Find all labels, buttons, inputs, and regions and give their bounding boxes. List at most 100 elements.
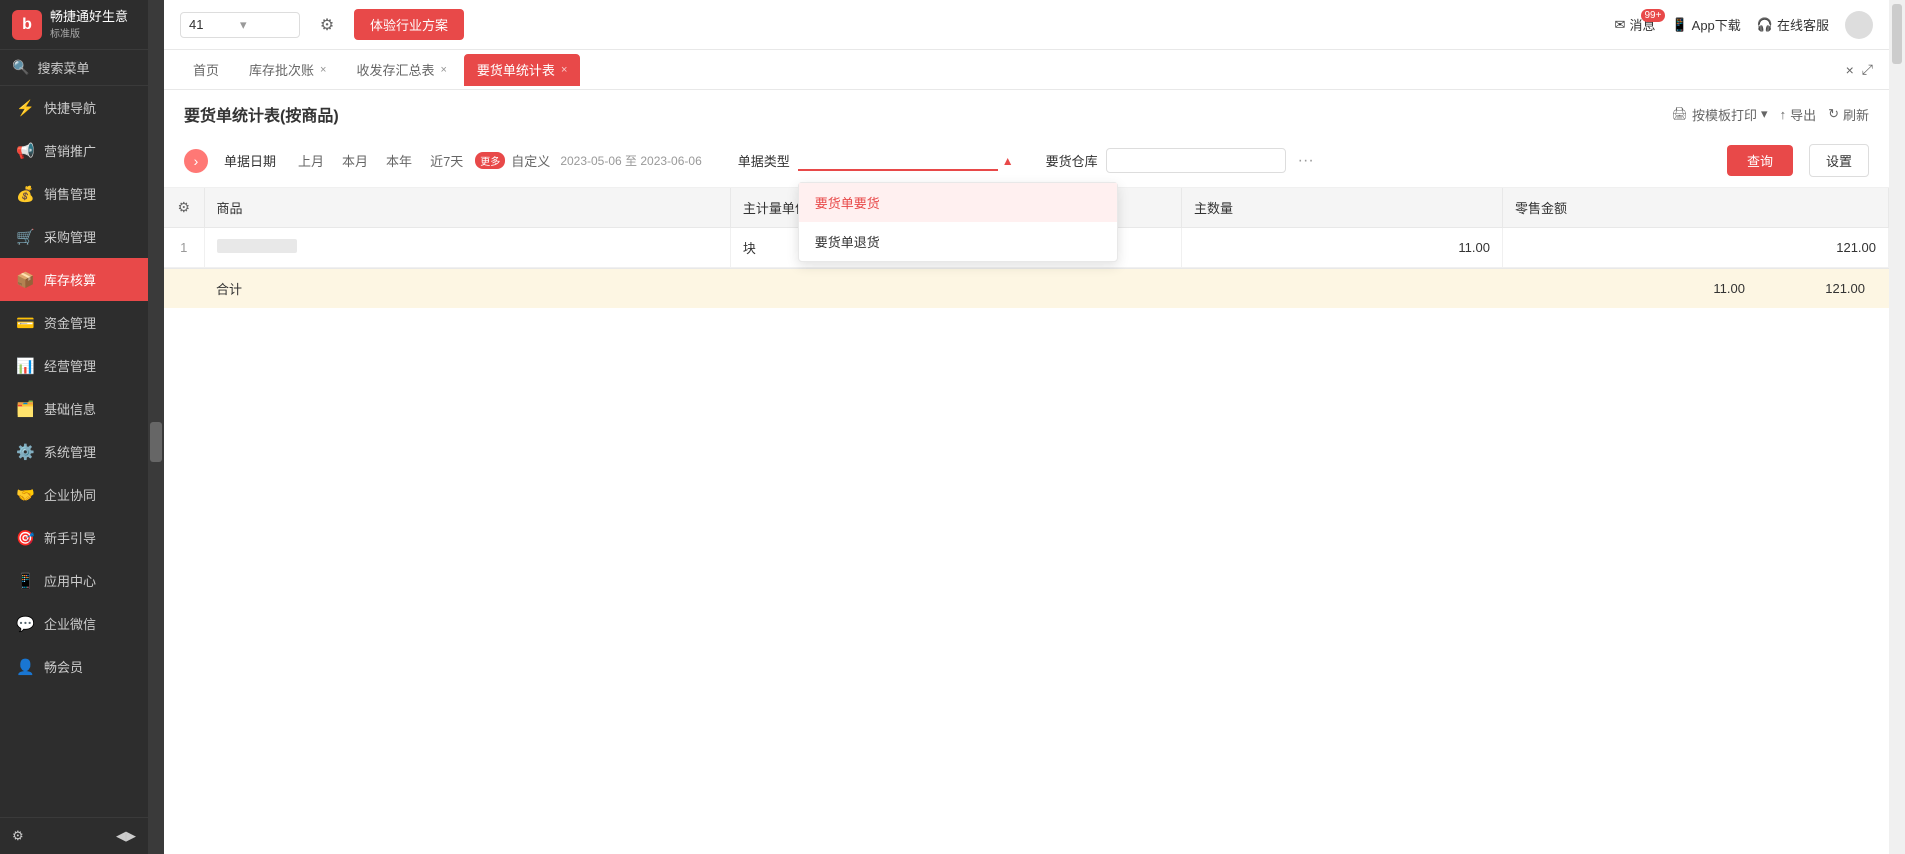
filter-week-btn[interactable]: 近7天 [424, 149, 469, 172]
sidebar-scroll-handle[interactable] [150, 422, 162, 462]
sidebar-item-member[interactable]: 👤 畅会员 [0, 645, 148, 688]
filter-settings-btn[interactable]: 设置 [1809, 144, 1869, 177]
member-icon: 👤 [16, 658, 34, 676]
sidebar-scrollbar[interactable] [148, 0, 164, 854]
tab-home-label: 首页 [193, 60, 219, 79]
main-content: 41 ▾ ⚙ 体验行业方案 ✉ 消息 99+ 📱 App下载 🎧 在线客服 [164, 0, 1889, 854]
marketing-icon: 📢 [16, 142, 34, 160]
quicknav-icon: ⚡ [16, 99, 34, 117]
page-content: 要货单统计表(按商品) 🖨 按模板打印 ▾ ↑ 导出 ↻ 刷新 › [164, 90, 1889, 854]
dropdown-option-1[interactable]: 要货单退货 [799, 222, 1117, 261]
filter-more-badge[interactable]: 更多 [475, 152, 505, 169]
sidebar-logo: b 畅捷通好生意 标准版 [0, 0, 148, 50]
brand-sub: 标准版 [50, 25, 128, 40]
table-cell-qty: 11.00 [1182, 228, 1503, 268]
print-btn[interactable]: 🖨 按模板打印 ▾ [1672, 105, 1768, 124]
table-header-product: 商品 [204, 188, 730, 228]
type-select-input[interactable] [798, 150, 998, 171]
right-scrollbar[interactable] [1889, 0, 1905, 854]
dropdown-option-0-label: 要货单要货 [815, 196, 880, 211]
sidebar: b 畅捷通好生意 标准版 🔍 搜索菜单 ⚡ 快捷导航 📢 营销推广 💰 销售管理… [0, 0, 148, 854]
chevron-down-icon: ▾ [240, 17, 291, 33]
table-cell-index: 1 [164, 228, 204, 268]
inventory-icon: 📦 [16, 271, 34, 289]
filter-more-options-btn[interactable]: ··· [1298, 152, 1314, 170]
sidebar-item-sales[interactable]: 💰 销售管理 [0, 172, 148, 215]
footer-amount: 121.00 [1757, 281, 1877, 296]
user-avatar [1845, 11, 1873, 39]
page-actions: 🖨 按模板打印 ▾ ↑ 导出 ↻ 刷新 [1672, 105, 1870, 124]
expand-tabs-btn[interactable]: ⤢ [1862, 61, 1873, 78]
type-filter-label: 单据类型 [738, 151, 790, 170]
table-header-settings[interactable]: ⚙ [164, 188, 204, 228]
refresh-icon: ↻ [1828, 106, 1839, 122]
sidebar-item-marketing[interactable]: 📢 营销推广 [0, 129, 148, 172]
settings-icon[interactable]: ⚙ [12, 828, 24, 844]
table-header-qty: 主数量 [1182, 188, 1503, 228]
sidebar-item-finance[interactable]: 💳 资金管理 [0, 301, 148, 344]
sidebar-item-label: 基础信息 [44, 399, 96, 418]
tab-order-stats-label: 要货单统计表 [477, 60, 555, 79]
sidebar-item-quicknav[interactable]: ⚡ 快捷导航 [0, 86, 148, 129]
brand-name: 畅捷通好生意 [50, 9, 128, 26]
sidebar-item-system[interactable]: ⚙️ 系统管理 [0, 430, 148, 473]
tab-receipt-summary-label: 收发存汇总表 [356, 60, 434, 79]
table-header-amount: 零售金额 [1502, 188, 1888, 228]
sidebar-item-apps[interactable]: 📱 应用中心 [0, 559, 148, 602]
tab-order-stats[interactable]: 要货单统计表 × [464, 54, 580, 86]
online-service-btn[interactable]: 🎧 在线客服 [1757, 15, 1829, 34]
sidebar-nav: ⚡ 快捷导航 📢 营销推广 💰 销售管理 🛒 采购管理 📦 库存核算 💳 资金管… [0, 86, 148, 817]
sidebar-item-guide[interactable]: 🎯 新手引导 [0, 516, 148, 559]
filter-prev-month-btn[interactable]: 上月 [292, 149, 330, 172]
export-btn[interactable]: ↑ 导出 [1780, 105, 1817, 124]
refresh-btn[interactable]: ↻ 刷新 [1828, 105, 1869, 124]
table-header-qty-label: 主数量 [1194, 201, 1233, 216]
user-avatar-btn[interactable] [1845, 11, 1873, 39]
filter-bar: › 单据日期 上月 本月 本年 近7天 更多 自定义 2023-05-06 至 … [164, 134, 1889, 188]
sidebar-item-operations[interactable]: 📊 经营管理 [0, 344, 148, 387]
finance-icon: 💳 [16, 314, 34, 332]
sidebar-item-wechat[interactable]: 💬 企业微信 [0, 602, 148, 645]
sidebar-item-label: 资金管理 [44, 313, 96, 332]
type-dropdown-arrow[interactable]: ▲ [1002, 154, 1014, 168]
sidebar-toggle-btn[interactable]: ◀▶ [116, 828, 136, 844]
store-selector[interactable]: 41 ▾ [180, 12, 300, 38]
filter-custom-btn[interactable]: 自定义 [511, 151, 550, 170]
app-download-label: App下载 [1692, 15, 1741, 34]
tab-order-stats-close[interactable]: × [561, 64, 567, 76]
print-icon: 🖨 [1672, 106, 1689, 122]
apps-icon: 📱 [16, 572, 34, 590]
tab-inventory-ledger[interactable]: 库存批次账 × [236, 54, 339, 86]
tabs-bar: 首页 库存批次账 × 收发存汇总表 × 要货单统计表 × × ⤢ [164, 50, 1889, 90]
sidebar-item-enterprise[interactable]: 🤝 企业协同 [0, 473, 148, 516]
sidebar-item-purchase[interactable]: 🛒 采购管理 [0, 215, 148, 258]
service-label: 在线客服 [1777, 15, 1829, 34]
message-btn[interactable]: ✉ 消息 99+ [1615, 15, 1656, 34]
filter-expand-btn[interactable]: › [184, 149, 208, 173]
tabs-actions: × ⤢ [1846, 61, 1873, 78]
table-settings-icon[interactable]: ⚙ [177, 199, 190, 215]
app-download-btn[interactable]: 📱 App下载 [1671, 15, 1740, 34]
tab-receipt-summary[interactable]: 收发存汇总表 × [343, 54, 459, 86]
warehouse-input[interactable] [1106, 148, 1286, 173]
sidebar-item-basic[interactable]: 🗂️ 基础信息 [0, 387, 148, 430]
sidebar-search[interactable]: 🔍 搜索菜单 [0, 50, 148, 86]
tab-inventory-ledger-close[interactable]: × [320, 64, 326, 76]
dropdown-option-1-label: 要货单退货 [815, 235, 880, 250]
sidebar-item-label: 企业微信 [44, 614, 96, 633]
query-btn[interactable]: 查询 [1727, 145, 1793, 176]
message-badge: 99+ [1641, 9, 1666, 22]
sidebar-item-inventory[interactable]: 📦 库存核算 [0, 258, 148, 301]
tab-receipt-summary-close[interactable]: × [440, 64, 446, 76]
industry-btn[interactable]: 体验行业方案 [354, 9, 464, 40]
tab-home[interactable]: 首页 [180, 54, 232, 86]
close-all-tabs-btn[interactable]: × [1846, 62, 1854, 78]
topbar: 41 ▾ ⚙ 体验行业方案 ✉ 消息 99+ 📱 App下载 🎧 在线客服 [164, 0, 1889, 50]
filter-this-year-btn[interactable]: 本年 [380, 149, 418, 172]
filter-this-month-btn[interactable]: 本月 [336, 149, 374, 172]
dropdown-option-0[interactable]: 要货单要货 [799, 183, 1117, 222]
search-icon: 🔍 [12, 59, 29, 76]
sidebar-item-label: 企业协同 [44, 485, 96, 504]
right-scroll-handle[interactable] [1892, 4, 1902, 64]
settings-gear-btn[interactable]: ⚙ [312, 10, 342, 40]
